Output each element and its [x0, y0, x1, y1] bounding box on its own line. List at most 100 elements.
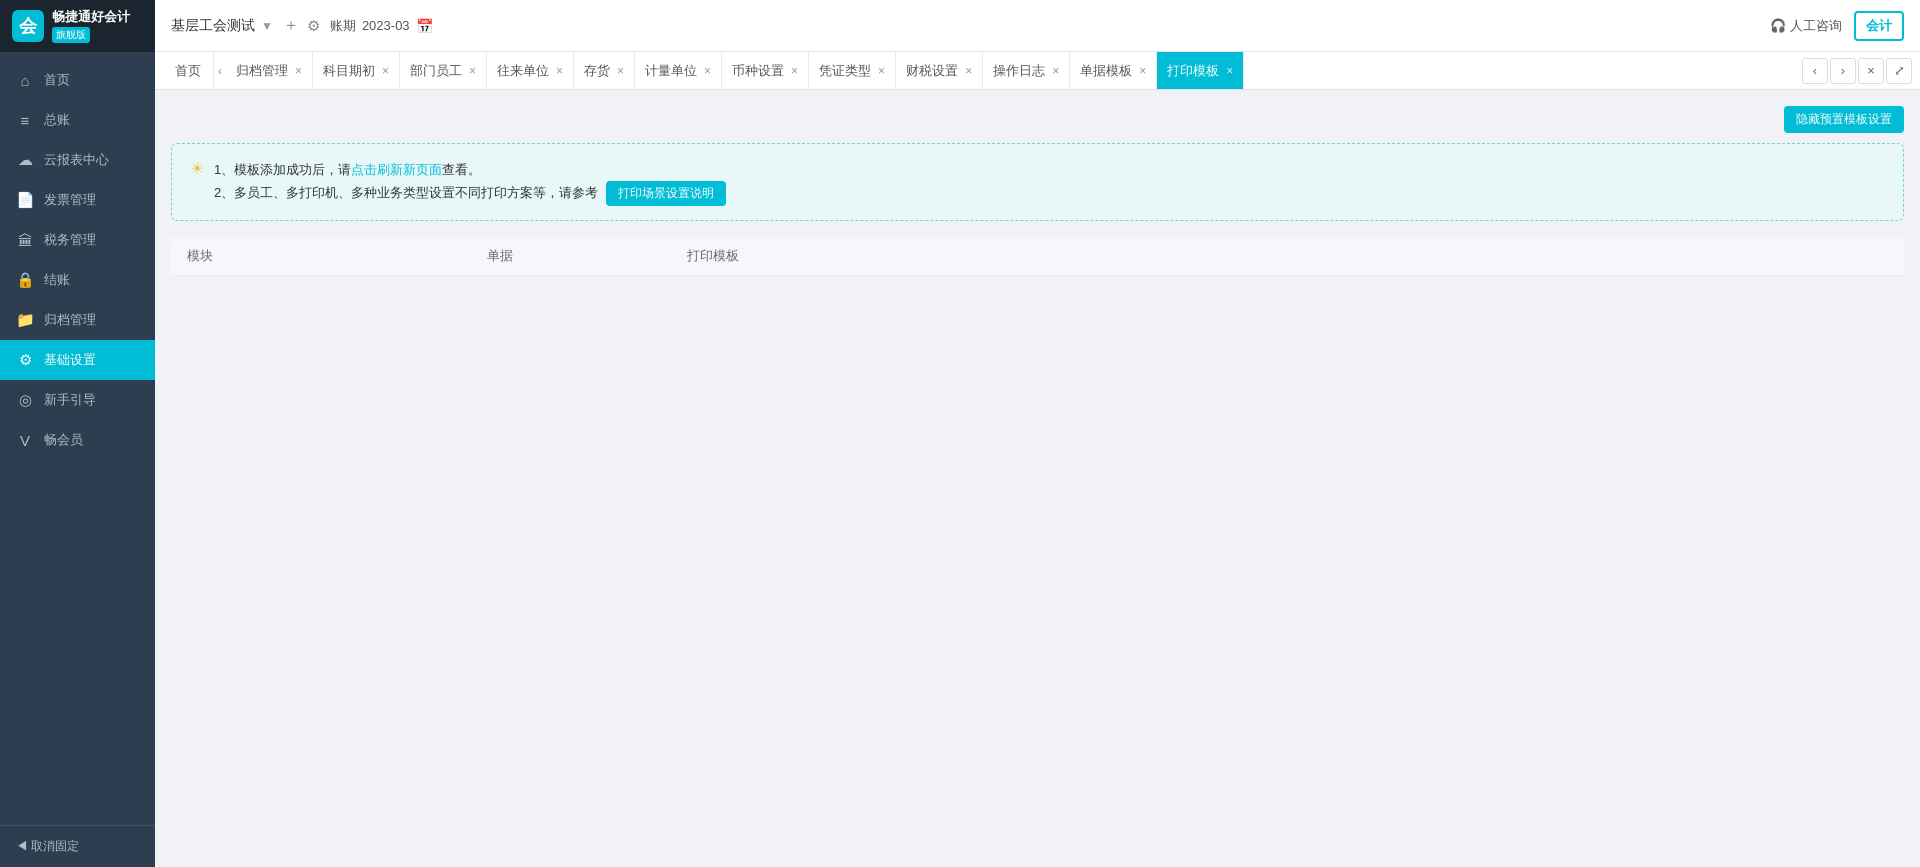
unpin-label: ◀ 取消固定: [16, 838, 79, 855]
sidebar-item-reports[interactable]: ☁ 云报表中心: [0, 140, 155, 180]
tab-currency-label: 币种设置: [732, 62, 784, 80]
invoice-icon: 📄: [16, 191, 34, 209]
sidebar-item-invoice[interactable]: 📄 发票管理: [0, 180, 155, 220]
sidebar-item-ledger[interactable]: ≡ 总账: [0, 100, 155, 140]
tab-subject[interactable]: 科目期初 ×: [313, 52, 400, 90]
tab-inventory[interactable]: 存货 ×: [574, 52, 635, 90]
col-template-header: 打印模板: [671, 247, 1904, 265]
tab-oplog-label: 操作日志: [993, 62, 1045, 80]
human-service-label: 人工咨询: [1790, 17, 1842, 35]
tab-print-label: 打印模板: [1167, 62, 1219, 80]
tab-finance-label: 财税设置: [906, 62, 958, 80]
tab-nav-buttons: ‹ › × ⤢: [1802, 58, 1912, 84]
sidebar-label-reports: 云报表中心: [44, 151, 109, 169]
accountant-btn[interactable]: 会计: [1854, 11, 1904, 41]
hide-preview-template-btn[interactable]: 隐藏预置模板设置: [1784, 106, 1904, 133]
tab-scroll-right-btn[interactable]: ›: [1830, 58, 1856, 84]
table-header: 模块 单据 打印模板: [171, 237, 1904, 276]
tab-voucher-close-icon[interactable]: ×: [878, 64, 885, 78]
tab-single[interactable]: 单据模板 ×: [1070, 52, 1157, 90]
tab-unit-close-icon[interactable]: ×: [704, 64, 711, 78]
tab-close-all-btn[interactable]: ×: [1858, 58, 1884, 84]
company-selector[interactable]: 基层工会测试 ▼: [171, 17, 273, 35]
sidebar-item-guide[interactable]: ◎ 新手引导: [0, 380, 155, 420]
period-label: 账期: [330, 17, 356, 35]
info-line1-suffix: 查看。: [442, 162, 481, 177]
tab-scroll-left-btn[interactable]: ‹: [1802, 58, 1828, 84]
tab-expand-btn[interactable]: ⤢: [1886, 58, 1912, 84]
sidebar-label-invoice: 发票管理: [44, 191, 96, 209]
close-account-icon: 🔒: [16, 271, 34, 289]
reports-icon: ☁: [16, 151, 34, 169]
tab-department-close-icon[interactable]: ×: [469, 64, 476, 78]
tab-subject-label: 科目期初: [323, 62, 375, 80]
tab-archive[interactable]: 归档管理 ×: [226, 52, 313, 90]
sidebar-item-home[interactable]: ⌂ 首页: [0, 60, 155, 100]
refresh-link[interactable]: 点击刷新新页面: [351, 162, 442, 177]
sidebar-footer-unpin[interactable]: ◀ 取消固定: [0, 825, 155, 867]
settings-gear-icon[interactable]: ⚙: [307, 17, 320, 35]
sidebar-item-member[interactable]: V 畅会员: [0, 420, 155, 460]
member-icon: V: [16, 432, 34, 449]
sidebar-item-archive[interactable]: 📁 归档管理: [0, 300, 155, 340]
info-line-1: 1、模板添加成功后，请点击刷新新页面查看。: [214, 158, 1885, 181]
tab-subject-close-icon[interactable]: ×: [382, 64, 389, 78]
guide-icon: ◎: [16, 391, 34, 409]
tab-finance[interactable]: 财税设置 ×: [896, 52, 983, 90]
sidebar-label-settings: 基础设置: [44, 351, 96, 369]
add-icon[interactable]: ＋: [283, 15, 299, 36]
tab-oplog-close-icon[interactable]: ×: [1052, 64, 1059, 78]
period-display: 账期 2023-03 📅: [330, 17, 433, 35]
main-area: 基层工会测试 ▼ ＋ ⚙ 账期 2023-03 📅 🎧 人工咨询 会计 首页 ‹…: [155, 0, 1920, 867]
tab-department-label: 部门员工: [410, 62, 462, 80]
tab-currency-close-icon[interactable]: ×: [791, 64, 798, 78]
logo-sub-text: 旗舰版: [52, 27, 90, 43]
tab-vendor[interactable]: 往来单位 ×: [487, 52, 574, 90]
sidebar-label-close: 结账: [44, 271, 70, 289]
tab-nav-back-icon[interactable]: ‹: [214, 64, 226, 78]
hide-preview-container: 隐藏预置模板设置: [171, 106, 1904, 133]
tab-archive-close-icon[interactable]: ×: [295, 64, 302, 78]
tab-voucher[interactable]: 凭证类型 ×: [809, 52, 896, 90]
sidebar-label-guide: 新手引导: [44, 391, 96, 409]
tab-print[interactable]: 打印模板 ×: [1157, 52, 1244, 90]
tab-inventory-close-icon[interactable]: ×: [617, 64, 624, 78]
topbar-right: 🎧 人工咨询 会计: [1770, 11, 1904, 41]
content-area: 隐藏预置模板设置 ☀ 1、模板添加成功后，请点击刷新新页面查看。 2、多员工、多…: [155, 90, 1920, 867]
sidebar-item-close[interactable]: 🔒 结账: [0, 260, 155, 300]
info-text-block: 1、模板添加成功后，请点击刷新新页面查看。 2、多员工、多打印机、多种业务类型设…: [214, 158, 1885, 206]
info-line-2: 2、多员工、多打印机、多种业务类型设置不同打印方案等，请参考 打印场景设置说明: [214, 181, 1885, 206]
tab-unit[interactable]: 计量单位 ×: [635, 52, 722, 90]
logo-main-text: 畅捷通好会计: [52, 9, 130, 25]
sidebar-item-settings[interactable]: ⚙ 基础设置: [0, 340, 155, 380]
tab-inventory-label: 存货: [584, 62, 610, 80]
tax-icon: 🏛: [16, 232, 34, 249]
col-module-header: 模块: [171, 247, 471, 265]
ledger-icon: ≡: [16, 112, 34, 129]
print-scene-explain-btn[interactable]: 打印场景设置说明: [606, 181, 726, 206]
tab-oplog[interactable]: 操作日志 ×: [983, 52, 1070, 90]
tab-print-close-icon[interactable]: ×: [1226, 64, 1233, 78]
sidebar-label-archive: 归档管理: [44, 311, 96, 329]
info-line1-prefix: 1、模板添加成功后，请: [214, 162, 351, 177]
tab-voucher-label: 凭证类型: [819, 62, 871, 80]
tab-currency[interactable]: 币种设置 ×: [722, 52, 809, 90]
human-service-btn[interactable]: 🎧 人工咨询: [1770, 17, 1842, 35]
tab-single-close-icon[interactable]: ×: [1139, 64, 1146, 78]
tab-finance-close-icon[interactable]: ×: [965, 64, 972, 78]
tab-vendor-label: 往来单位: [497, 62, 549, 80]
col-single-header: 单据: [471, 247, 671, 265]
logo-text: 畅捷通好会计 旗舰版: [52, 9, 130, 43]
app-logo-icon: 会: [12, 10, 44, 42]
calendar-icon[interactable]: 📅: [416, 18, 433, 34]
tab-vendor-close-icon[interactable]: ×: [556, 64, 563, 78]
tab-department[interactable]: 部门员工 ×: [400, 52, 487, 90]
sidebar-label-home: 首页: [44, 71, 70, 89]
sidebar-label-member: 畅会员: [44, 431, 83, 449]
topbar-icons: ＋ ⚙: [283, 15, 320, 36]
sidebar-item-tax[interactable]: 🏛 税务管理: [0, 220, 155, 260]
tab-archive-label: 归档管理: [236, 62, 288, 80]
info-box-content: ☀ 1、模板添加成功后，请点击刷新新页面查看。 2、多员工、多打印机、多种业务类…: [190, 158, 1885, 206]
settings-icon: ⚙: [16, 351, 34, 369]
tab-home[interactable]: 首页: [163, 52, 214, 90]
